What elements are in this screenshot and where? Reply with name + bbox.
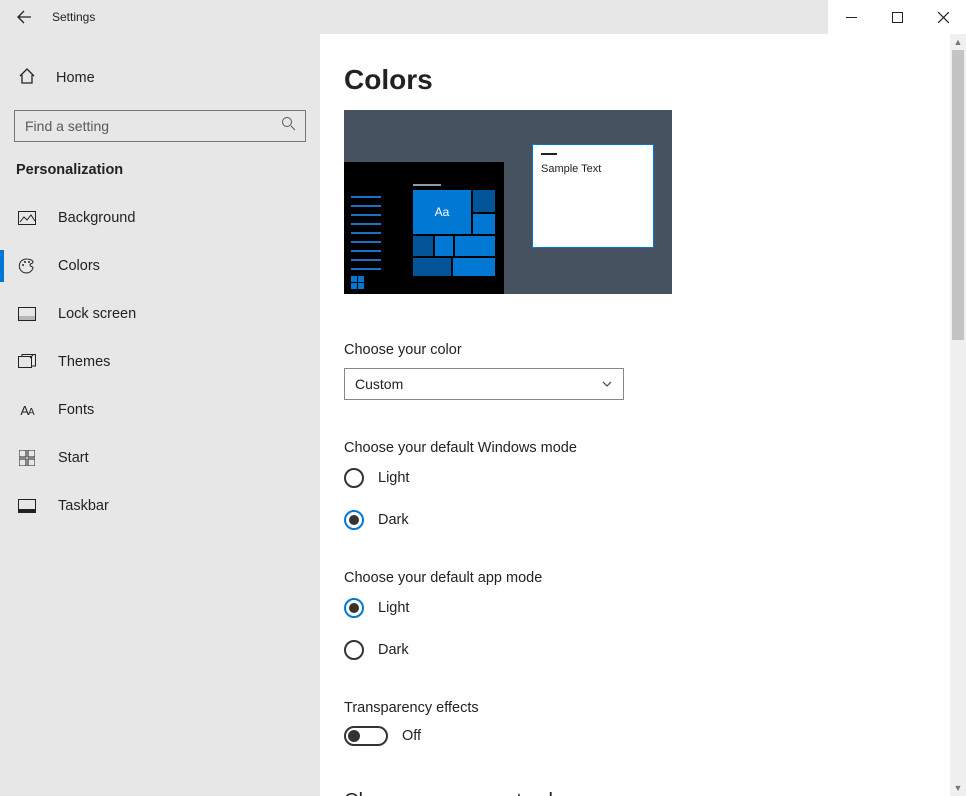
preview-start-list bbox=[351, 196, 381, 270]
titlebar: Settings bbox=[0, 0, 966, 34]
close-icon bbox=[938, 12, 949, 23]
choose-color-label: Choose your color bbox=[344, 342, 966, 358]
sidebar-item-label: Fonts bbox=[58, 402, 94, 418]
accent-heading: Choose your accent color bbox=[344, 790, 966, 796]
sidebar-item-label: Colors bbox=[58, 258, 100, 274]
choose-color-dropdown[interactable]: Custom bbox=[344, 368, 624, 400]
transparency-label: Transparency effects bbox=[344, 700, 966, 716]
sidebar-item-background[interactable]: Background bbox=[0, 194, 320, 242]
scrollbar-thumb[interactable] bbox=[952, 50, 964, 340]
sidebar-item-label: Themes bbox=[58, 354, 110, 370]
window-title: Settings bbox=[52, 10, 95, 24]
windows-mode-light[interactable]: Light bbox=[344, 468, 966, 488]
radio-label: Light bbox=[378, 470, 409, 486]
transparency-row: Off bbox=[344, 726, 966, 746]
radio-icon bbox=[344, 468, 364, 488]
windows-mode-group: Light Dark bbox=[344, 468, 966, 530]
sidebar-item-label: Lock screen bbox=[58, 306, 136, 322]
home-label: Home bbox=[56, 70, 95, 86]
minimize-icon bbox=[846, 12, 857, 23]
sidebar-item-fonts[interactable]: AA Fonts bbox=[0, 386, 320, 434]
preview-sample-window: Sample Text bbox=[532, 144, 654, 248]
radio-label: Light bbox=[378, 600, 409, 616]
page-title: Colors bbox=[320, 64, 966, 96]
main-panel: Colors Aa Sample Text bbox=[320, 34, 966, 796]
home-nav[interactable]: Home bbox=[0, 58, 320, 98]
sidebar-item-label: Background bbox=[58, 210, 135, 226]
app-mode-label: Choose your default app mode bbox=[344, 570, 966, 586]
content: Aa Sample Text Choose your color Custom … bbox=[320, 110, 966, 796]
palette-icon bbox=[18, 257, 36, 275]
back-button[interactable] bbox=[0, 0, 48, 34]
search-icon bbox=[281, 116, 296, 136]
search-input[interactable] bbox=[14, 110, 306, 142]
windows-mode-label: Choose your default Windows mode bbox=[344, 440, 966, 456]
arrow-left-icon bbox=[16, 9, 32, 25]
sidebar-item-colors[interactable]: Colors bbox=[0, 242, 320, 290]
scrollbar[interactable]: ▲ ▼ bbox=[950, 34, 966, 796]
themes-icon bbox=[18, 353, 36, 371]
color-preview: Aa Sample Text bbox=[344, 110, 672, 294]
home-icon bbox=[18, 67, 36, 90]
transparency-toggle[interactable] bbox=[344, 726, 388, 746]
preview-tiles: Aa bbox=[413, 190, 498, 280]
sidebar-item-themes[interactable]: Themes bbox=[0, 338, 320, 386]
radio-label: Dark bbox=[378, 642, 409, 658]
close-button[interactable] bbox=[920, 0, 966, 34]
chevron-down-icon bbox=[601, 378, 613, 390]
app-mode-dark[interactable]: Dark bbox=[344, 640, 966, 660]
category-header: Personalization bbox=[0, 160, 320, 194]
sidebar-item-label: Taskbar bbox=[58, 498, 109, 514]
sidebar-item-lockscreen[interactable]: Lock screen bbox=[0, 290, 320, 338]
image-icon bbox=[18, 209, 36, 227]
maximize-button[interactable] bbox=[874, 0, 920, 34]
scroll-up-icon[interactable]: ▲ bbox=[950, 34, 966, 50]
radio-icon bbox=[344, 510, 364, 530]
minimize-button[interactable] bbox=[828, 0, 874, 34]
maximize-icon bbox=[892, 12, 903, 23]
start-icon bbox=[18, 449, 36, 467]
search-wrap bbox=[14, 110, 306, 142]
windows-mode-dark[interactable]: Dark bbox=[344, 510, 966, 530]
preview-windows-icon bbox=[351, 276, 364, 289]
radio-icon bbox=[344, 640, 364, 660]
sidebar: Home Personalization Background Colors L… bbox=[0, 34, 320, 796]
fonts-icon: AA bbox=[18, 401, 36, 419]
taskbar-icon bbox=[18, 497, 36, 515]
radio-icon bbox=[344, 598, 364, 618]
toggle-state-label: Off bbox=[402, 728, 421, 744]
sidebar-item-taskbar[interactable]: Taskbar bbox=[0, 482, 320, 530]
dropdown-value: Custom bbox=[355, 376, 403, 392]
app-mode-light[interactable]: Light bbox=[344, 598, 966, 618]
nav-list: Background Colors Lock screen Themes AA … bbox=[0, 194, 320, 530]
app-mode-group: Light Dark bbox=[344, 598, 966, 660]
window-controls bbox=[828, 0, 966, 34]
radio-label: Dark bbox=[378, 512, 409, 528]
lockscreen-icon bbox=[18, 305, 36, 323]
sidebar-item-label: Start bbox=[58, 450, 89, 466]
preview-tile-large: Aa bbox=[413, 190, 471, 234]
scroll-down-icon[interactable]: ▼ bbox=[950, 780, 966, 796]
preview-sample-text: Sample Text bbox=[541, 163, 645, 175]
sidebar-item-start[interactable]: Start bbox=[0, 434, 320, 482]
